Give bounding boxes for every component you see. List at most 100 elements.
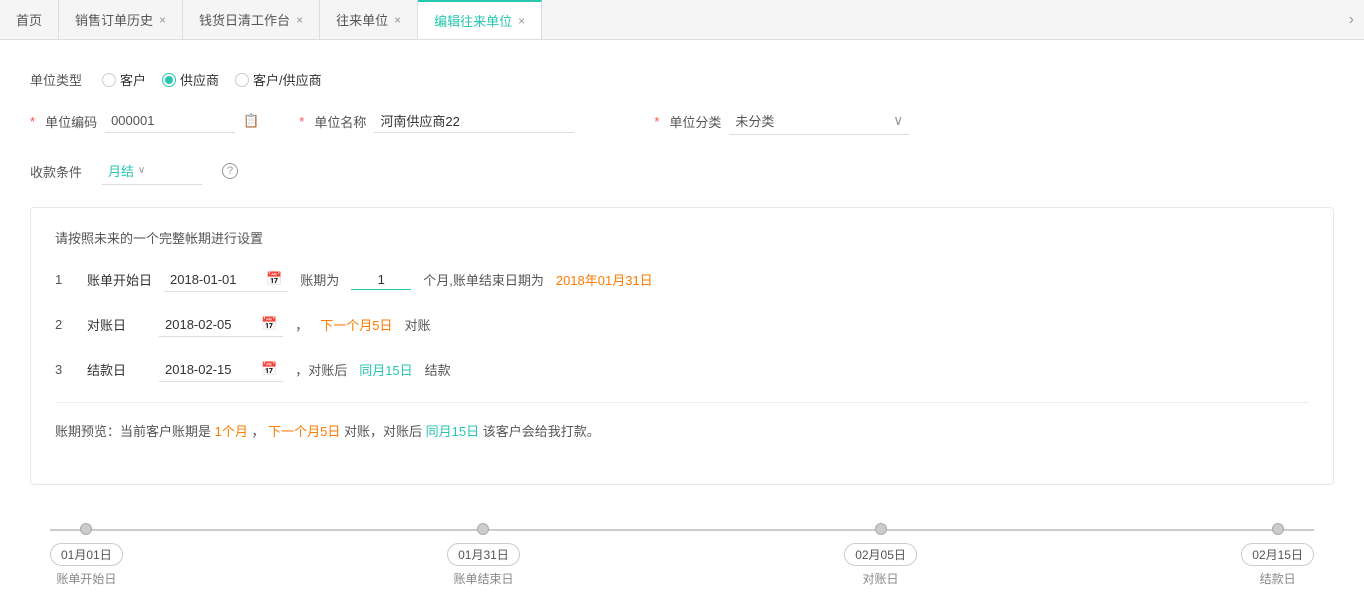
row-1-num: 1 bbox=[55, 272, 75, 287]
timeline-dot-2 bbox=[875, 523, 887, 535]
row-1-suffix: 个月,账单结束日期为 bbox=[423, 270, 544, 289]
payment-terms-label: 收款条件 bbox=[30, 162, 82, 181]
tab-home-label: 首页 bbox=[16, 10, 42, 29]
row-2-num: 2 bbox=[55, 317, 75, 332]
payment-terms-select[interactable]: 月结 ∨ bbox=[102, 157, 202, 185]
timeline-label-1: 账单结束日 bbox=[453, 570, 513, 587]
tab-unit-list-close[interactable]: × bbox=[394, 13, 401, 27]
divider bbox=[55, 402, 1309, 403]
unit-category-label: 单位分类 bbox=[669, 112, 721, 131]
radio-both[interactable]: 客户/供应商 bbox=[235, 70, 322, 89]
unit-fields-row: * 单位编码 📋 * 单位名称 * 单位分类 未分类 ∨ bbox=[30, 107, 1334, 135]
unit-name-label: 单位名称 bbox=[314, 112, 366, 131]
row-3-field-label: 结款日 bbox=[87, 360, 147, 379]
row-2-calendar-icon[interactable]: 📅 bbox=[261, 316, 277, 332]
row-1-calendar-icon[interactable]: 📅 bbox=[266, 271, 282, 287]
row-2-comma: ， bbox=[295, 315, 308, 334]
row-2-suffix: 对账 bbox=[404, 315, 430, 334]
row-3-settlement-label: 同月15日 bbox=[359, 360, 412, 379]
payment-terms-chevron-icon: ∨ bbox=[138, 165, 145, 176]
row-1-date-input[interactable] bbox=[170, 272, 260, 287]
preview-part3: 同月15日 bbox=[426, 424, 479, 439]
tab-cash-work-label: 钱货日清工作台 bbox=[199, 10, 290, 29]
row-3-num: 3 bbox=[55, 362, 75, 377]
timeline-section: 01月01日 账单开始日 01月31日 账单结束日 02月05日 对账日 02月… bbox=[30, 505, 1334, 575]
unit-code-label: 单位编码 bbox=[45, 112, 97, 131]
tab-sales-history[interactable]: 销售订单历史 × bbox=[59, 0, 183, 39]
main-content: 单位类型 客户 供应商 客户/供应商 * 单位编码 📋 * bbox=[0, 40, 1364, 608]
unit-name-input[interactable] bbox=[374, 109, 574, 133]
timeline-container: 01月01日 账单开始日 01月31日 账单结束日 02月05日 对账日 02月… bbox=[50, 515, 1314, 575]
unit-code-group: * 单位编码 📋 bbox=[30, 109, 259, 133]
tab-unit-list-label: 往来单位 bbox=[336, 10, 388, 29]
preview-row: 账期预览：当前客户账期是 1个月 ， 下一个月5日 对账，对账后 同月15日 该… bbox=[55, 421, 1309, 440]
timeline-dot-1 bbox=[477, 523, 489, 535]
unit-code-input[interactable] bbox=[105, 109, 235, 133]
unit-category-value: 未分类 bbox=[735, 111, 885, 130]
radio-supplier-label: 供应商 bbox=[180, 70, 219, 89]
radio-supplier-circle bbox=[162, 73, 176, 87]
unit-type-row: 单位类型 客户 供应商 客户/供应商 bbox=[30, 70, 1334, 89]
timeline-dot-0 bbox=[80, 523, 92, 535]
timeline-label-0: 账单开始日 bbox=[56, 570, 116, 587]
timeline-node-3: 02月15日 结款日 bbox=[1241, 515, 1314, 587]
timeline-badge-1: 01月31日 bbox=[447, 543, 520, 566]
copy-icon[interactable]: 📋 bbox=[243, 113, 259, 129]
row-2-date-wrap: 📅 bbox=[159, 312, 283, 337]
row-3-calendar-icon[interactable]: 📅 bbox=[261, 361, 277, 377]
tab-edit-unit-label: 编辑往来单位 bbox=[434, 11, 512, 30]
unit-category-chevron-icon: ∨ bbox=[893, 112, 903, 129]
timeline-dot-3 bbox=[1272, 523, 1284, 535]
row-3-date-input[interactable] bbox=[165, 362, 255, 377]
preview-part2: 下一个月5日 bbox=[268, 424, 340, 439]
timeline-node-2: 02月05日 对账日 bbox=[844, 515, 917, 587]
period-row-2: 2 对账日 📅 ， 下一个月5日 对账 bbox=[55, 312, 1309, 337]
row-1-field-label: 账单开始日 bbox=[87, 270, 152, 289]
tab-bar: 首页 销售订单历史 × 钱货日清工作台 × 往来单位 × 编辑往来单位 × › bbox=[0, 0, 1364, 40]
row-1-middle-label: 账期为 bbox=[300, 270, 339, 289]
tab-cash-work[interactable]: 钱货日清工作台 × bbox=[183, 0, 320, 39]
unit-category-group: * 单位分类 未分类 ∨ bbox=[654, 107, 909, 135]
unit-category-dropdown[interactable]: 未分类 ∨ bbox=[729, 107, 909, 135]
row-1-date-wrap: 📅 bbox=[164, 267, 288, 292]
preview-sep1: ， bbox=[252, 424, 265, 439]
timeline-node-0: 01月01日 账单开始日 bbox=[50, 515, 123, 587]
tab-home[interactable]: 首页 bbox=[0, 0, 59, 39]
row-2-field-label: 对账日 bbox=[87, 315, 147, 334]
row-2-date-input[interactable] bbox=[165, 317, 255, 332]
preview-mid: 对账，对账后 bbox=[344, 424, 422, 439]
tab-sales-history-close[interactable]: × bbox=[159, 13, 166, 27]
payment-terms-value: 月结 bbox=[108, 161, 134, 180]
tab-sales-history-label: 销售订单历史 bbox=[75, 10, 153, 29]
timeline-label-3: 结款日 bbox=[1260, 570, 1296, 587]
row-2-next-label: 下一个月5日 bbox=[320, 315, 392, 334]
unit-type-label: 单位类型 bbox=[30, 70, 82, 89]
tab-more-button[interactable]: › bbox=[1339, 0, 1364, 39]
payment-terms-row: 收款条件 月结 ∨ ? bbox=[30, 157, 1334, 185]
preview-part1: 1个月 bbox=[215, 424, 248, 439]
unit-type-radio-group: 客户 供应商 客户/供应商 bbox=[102, 70, 322, 89]
radio-supplier[interactable]: 供应商 bbox=[162, 70, 219, 89]
row-1-end-date: 2018年01月31日 bbox=[556, 270, 653, 289]
tab-edit-unit-close[interactable]: × bbox=[518, 14, 525, 28]
radio-both-circle bbox=[235, 73, 249, 87]
timeline-nodes: 01月01日 账单开始日 01月31日 账单结束日 02月05日 对账日 02月… bbox=[50, 515, 1314, 587]
tab-edit-unit[interactable]: 编辑往来单位 × bbox=[418, 0, 542, 39]
timeline-label-2: 对账日 bbox=[863, 570, 899, 587]
help-icon[interactable]: ? bbox=[222, 163, 238, 179]
row-3-prefix: ，对账后 bbox=[295, 360, 347, 379]
tab-unit-list[interactable]: 往来单位 × bbox=[320, 0, 418, 39]
period-row-3: 3 结款日 📅 ，对账后 同月15日 结款 bbox=[55, 357, 1309, 382]
unit-category-star: * bbox=[654, 114, 659, 129]
row-3-suffix: 结款 bbox=[425, 360, 451, 379]
radio-customer-circle bbox=[102, 73, 116, 87]
radio-customer-label: 客户 bbox=[120, 70, 146, 89]
unit-name-group: * 单位名称 bbox=[299, 109, 574, 133]
preview-end: 该客户会给我打款。 bbox=[483, 424, 600, 439]
tab-cash-work-close[interactable]: × bbox=[296, 13, 303, 27]
radio-both-label: 客户/供应商 bbox=[253, 70, 322, 89]
row-3-date-wrap: 📅 bbox=[159, 357, 283, 382]
radio-customer[interactable]: 客户 bbox=[102, 70, 146, 89]
chevron-right-icon: › bbox=[1349, 11, 1354, 29]
period-months-input[interactable] bbox=[351, 270, 411, 290]
